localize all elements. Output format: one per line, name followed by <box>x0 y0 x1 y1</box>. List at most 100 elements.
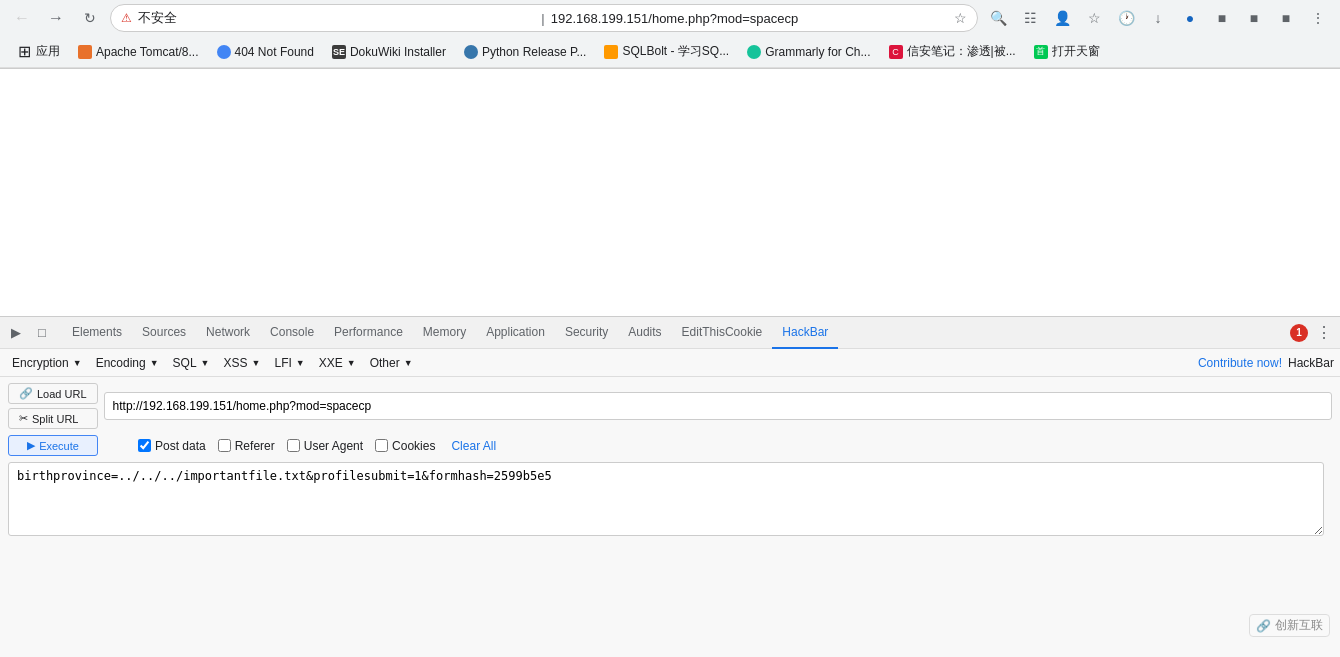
extensions-icon[interactable]: ☷ <box>1016 4 1044 32</box>
address-url: 192.168.199.151/home.php?mod=spacecp <box>551 11 948 26</box>
xinjian-icon: C <box>889 45 903 59</box>
xss-menu[interactable]: XSS ▼ <box>218 354 267 372</box>
lock-icon: ⚠ <box>121 11 132 25</box>
execute-button[interactable]: ▶ Execute <box>8 435 98 456</box>
sqlbolt-label: SQLBolt - 学习SQ... <box>622 43 729 60</box>
apps-label: 应用 <box>36 43 60 60</box>
tab-sources[interactable]: Sources <box>132 317 196 349</box>
main-content <box>0 69 1340 316</box>
lfi-menu[interactable]: LFI ▼ <box>268 354 310 372</box>
tianyi-label: 打开天窗 <box>1052 43 1100 60</box>
search-icon[interactable]: 🔍 <box>984 4 1012 32</box>
other-menu[interactable]: Other ▼ <box>364 354 419 372</box>
split-url-button[interactable]: ✂ Split URL <box>8 408 98 429</box>
history-icon[interactable]: 🕐 <box>1112 4 1140 32</box>
contribute-link[interactable]: Contribute now! <box>1198 356 1282 370</box>
color-icon[interactable]: ● <box>1176 4 1204 32</box>
reload-button[interactable]: ↻ <box>76 4 104 32</box>
useragent-checkbox[interactable] <box>287 439 300 452</box>
devtools-pointer-icon[interactable]: ▶ <box>4 321 28 345</box>
hackbar-toolbar: Encryption ▼ Encoding ▼ SQL ▼ XSS ▼ LFI … <box>0 349 1340 377</box>
bookmark-apps[interactable]: ⊞ 应用 <box>8 41 68 62</box>
referer-checkbox-label[interactable]: Referer <box>218 439 275 453</box>
watermark-icon: 🔗 <box>1256 619 1271 633</box>
dokuwiki-icon: SE <box>332 45 346 59</box>
bookmark-grammarly[interactable]: Grammarly for Ch... <box>739 43 878 61</box>
load-icon: 🔗 <box>19 387 33 400</box>
devtools-right-controls: 1 ⋮ <box>1290 321 1336 345</box>
forward-button[interactable]: → <box>42 4 70 32</box>
bookmark-sqlbolt[interactable]: SQLBolt - 学习SQ... <box>596 41 737 62</box>
bookmark-icon[interactable]: ☆ <box>1080 4 1108 32</box>
ext2-icon[interactable]: ■ <box>1240 4 1268 32</box>
address-separator: | <box>541 11 544 26</box>
xxe-arrow-icon: ▼ <box>347 358 356 368</box>
encryption-menu[interactable]: Encryption ▼ <box>6 354 88 372</box>
apps-icon: ⊞ <box>16 44 32 60</box>
xss-label: XSS <box>224 356 248 370</box>
devtools-more-button[interactable]: ⋮ <box>1312 321 1336 345</box>
error-badge: 1 <box>1290 324 1308 342</box>
useragent-checkbox-label[interactable]: User Agent <box>287 439 363 453</box>
bookmark-dokuwiki[interactable]: SE DokuWiki Installer <box>324 43 454 61</box>
bookmark-xinjian[interactable]: C 信安笔记：渗透|被... <box>881 41 1024 62</box>
tab-elements[interactable]: Elements <box>62 317 132 349</box>
encoding-label: Encoding <box>96 356 146 370</box>
load-url-button[interactable]: 🔗 Load URL <box>8 383 98 404</box>
xxe-menu[interactable]: XXE ▼ <box>313 354 362 372</box>
postdata-checkbox-label[interactable]: Post data <box>138 439 206 453</box>
watermark: 🔗 创新互联 <box>1249 614 1330 637</box>
user-icon[interactable]: 👤 <box>1048 4 1076 32</box>
post-data-textarea[interactable] <box>8 462 1324 536</box>
bookmark-tomcat[interactable]: Apache Tomcat/8... <box>70 43 207 61</box>
tab-hackbar[interactable]: HackBar <box>772 317 838 349</box>
lfi-arrow-icon: ▼ <box>296 358 305 368</box>
referer-checkbox[interactable] <box>218 439 231 452</box>
tomcat-label: Apache Tomcat/8... <box>96 45 199 59</box>
devtools-tab-bar: ▶ □ Elements Sources Network Console Per… <box>0 317 1340 349</box>
tab-editthiscookie[interactable]: EditThisCookie <box>672 317 773 349</box>
devtools-side-icons: ▶ □ <box>4 321 54 345</box>
xxe-label: XXE <box>319 356 343 370</box>
tab-console[interactable]: Console <box>260 317 324 349</box>
xinjian-label: 信安笔记：渗透|被... <box>907 43 1016 60</box>
url-input[interactable] <box>104 392 1332 420</box>
tab-audits[interactable]: Audits <box>618 317 671 349</box>
sqlbolt-icon <box>604 45 618 59</box>
tab-security[interactable]: Security <box>555 317 618 349</box>
encoding-arrow-icon: ▼ <box>150 358 159 368</box>
options-row: Post data Referer User Agent Cookies Cle… <box>138 437 496 455</box>
referer-label: Referer <box>235 439 275 453</box>
sql-menu[interactable]: SQL ▼ <box>167 354 216 372</box>
bookmark-bar: ⊞ 应用 Apache Tomcat/8... 404 Not Found SE… <box>0 36 1340 68</box>
encoding-menu[interactable]: Encoding ▼ <box>90 354 165 372</box>
back-button[interactable]: ← <box>8 4 36 32</box>
tab-performance[interactable]: Performance <box>324 317 413 349</box>
address-bar[interactable]: ⚠ 不安全 | 192.168.199.151/home.php?mod=spa… <box>110 4 978 32</box>
postdata-checkbox[interactable] <box>138 439 151 452</box>
bookmark-tianyi[interactable]: 首 打开天窗 <box>1026 41 1108 62</box>
watermark-box: 🔗 创新互联 <box>1249 614 1330 637</box>
lfi-label: LFI <box>274 356 291 370</box>
tab-network[interactable]: Network <box>196 317 260 349</box>
ext3-icon[interactable]: ■ <box>1272 4 1300 32</box>
notfound-icon <box>217 45 231 59</box>
ext1-icon[interactable]: ■ <box>1208 4 1236 32</box>
cookies-checkbox-label[interactable]: Cookies <box>375 439 435 453</box>
postdata-label: Post data <box>155 439 206 453</box>
bookmark-star-icon[interactable]: ☆ <box>954 10 967 26</box>
bookmark-python[interactable]: Python Release P... <box>456 43 595 61</box>
bookmark-404[interactable]: 404 Not Found <box>209 43 322 61</box>
devtools-tabs: Elements Sources Network Console Perform… <box>62 317 1290 349</box>
other-label: Other <box>370 356 400 370</box>
download-icon[interactable]: ↓ <box>1144 4 1172 32</box>
tab-application[interactable]: Application <box>476 317 555 349</box>
split-icon: ✂ <box>19 412 28 425</box>
execute-row: ▶ Execute Post data Referer User Agent <box>8 435 1332 456</box>
devtools-inspect-icon[interactable]: □ <box>30 321 54 345</box>
clear-all-link[interactable]: Clear All <box>451 439 496 453</box>
tab-memory[interactable]: Memory <box>413 317 476 349</box>
devtools-panel: ▶ □ Elements Sources Network Console Per… <box>0 316 1340 657</box>
more-icon[interactable]: ⋮ <box>1304 4 1332 32</box>
cookies-checkbox[interactable] <box>375 439 388 452</box>
